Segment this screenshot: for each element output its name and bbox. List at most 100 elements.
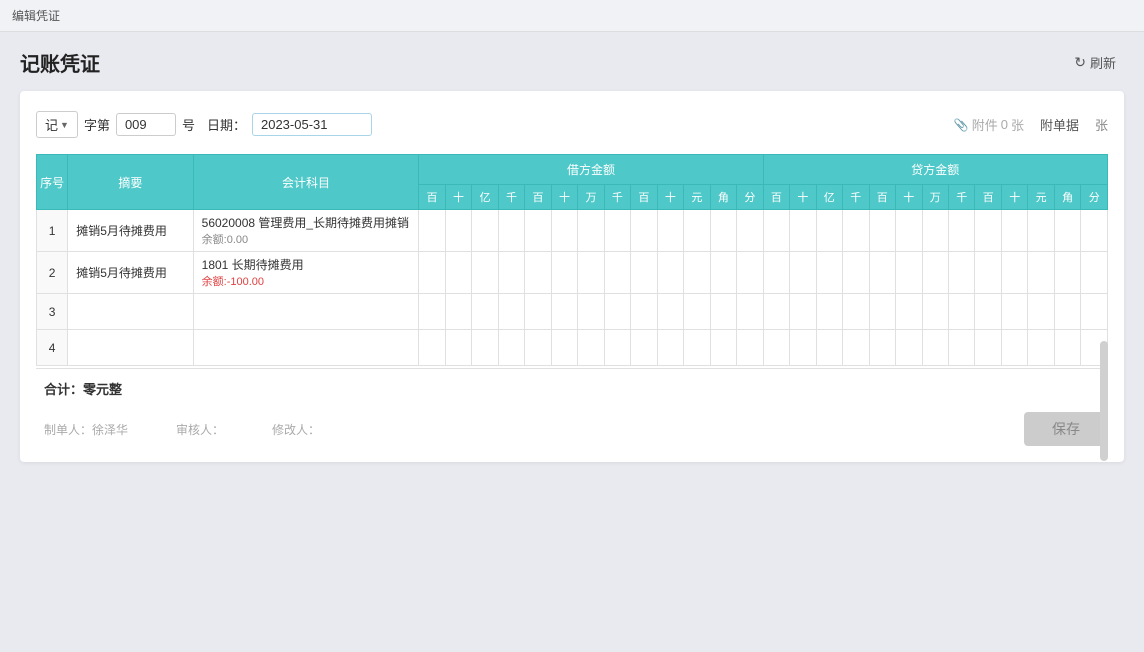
debit-amount-cell[interactable]: [498, 330, 524, 366]
credit-amount-cell[interactable]: [1054, 330, 1080, 366]
debit-amount-cell[interactable]: [419, 210, 445, 252]
credit-amount-cell[interactable]: [843, 330, 869, 366]
account-cell[interactable]: [193, 294, 419, 330]
credit-amount-cell[interactable]: [869, 210, 895, 252]
debit-amount-cell[interactable]: [631, 330, 657, 366]
debit-amount-cell[interactable]: [684, 252, 710, 294]
credit-amount-cell[interactable]: [896, 210, 922, 252]
credit-amount-cell[interactable]: [1054, 294, 1080, 330]
debit-amount-cell[interactable]: [657, 330, 683, 366]
debit-amount-cell[interactable]: [419, 294, 445, 330]
debit-amount-cell[interactable]: [498, 252, 524, 294]
credit-amount-cell[interactable]: [975, 294, 1001, 330]
debit-amount-cell[interactable]: [737, 210, 763, 252]
credit-amount-cell[interactable]: [1028, 294, 1054, 330]
debit-amount-cell[interactable]: [710, 330, 736, 366]
credit-amount-cell[interactable]: [763, 210, 789, 252]
credit-amount-cell[interactable]: [948, 294, 974, 330]
credit-amount-cell[interactable]: [763, 252, 789, 294]
debit-amount-cell[interactable]: [578, 294, 604, 330]
credit-amount-cell[interactable]: [816, 210, 842, 252]
table-row[interactable]: 4: [37, 330, 1108, 366]
credit-amount-cell[interactable]: [1001, 210, 1027, 252]
save-button[interactable]: 保存: [1024, 412, 1108, 446]
credit-amount-cell[interactable]: [843, 210, 869, 252]
credit-amount-cell[interactable]: [948, 210, 974, 252]
debit-amount-cell[interactable]: [551, 252, 577, 294]
refresh-button[interactable]: ↻ 刷新: [1066, 49, 1124, 76]
doc-button[interactable]: 附单据: [1040, 115, 1079, 134]
credit-amount-cell[interactable]: [1001, 330, 1027, 366]
debit-amount-cell[interactable]: [578, 210, 604, 252]
credit-amount-cell[interactable]: [896, 294, 922, 330]
debit-amount-cell[interactable]: [684, 294, 710, 330]
debit-amount-cell[interactable]: [472, 294, 498, 330]
debit-amount-cell[interactable]: [631, 252, 657, 294]
credit-amount-cell[interactable]: [790, 210, 816, 252]
debit-amount-cell[interactable]: [525, 210, 551, 252]
debit-amount-cell[interactable]: [737, 330, 763, 366]
debit-amount-cell[interactable]: [498, 294, 524, 330]
credit-amount-cell[interactable]: [896, 330, 922, 366]
word-number-input[interactable]: [116, 113, 176, 136]
credit-amount-cell[interactable]: [975, 330, 1001, 366]
debit-amount-cell[interactable]: [525, 330, 551, 366]
scrollbar[interactable]: [1100, 341, 1108, 461]
table-row[interactable]: 3: [37, 294, 1108, 330]
credit-amount-cell[interactable]: [1028, 252, 1054, 294]
debit-amount-cell[interactable]: [657, 252, 683, 294]
credit-amount-cell[interactable]: [1081, 210, 1108, 252]
credit-amount-cell[interactable]: [1054, 252, 1080, 294]
voucher-type-dropdown[interactable]: 记 ▼: [36, 111, 78, 138]
debit-amount-cell[interactable]: [578, 252, 604, 294]
credit-amount-cell[interactable]: [790, 294, 816, 330]
attachment-link[interactable]: 📎 附件 0 张: [954, 115, 1024, 134]
debit-amount-cell[interactable]: [472, 210, 498, 252]
credit-amount-cell[interactable]: [1028, 210, 1054, 252]
summary-cell[interactable]: 摊销5月待摊费用: [68, 210, 193, 252]
credit-amount-cell[interactable]: [790, 330, 816, 366]
credit-amount-cell[interactable]: [922, 294, 948, 330]
table-row[interactable]: 2摊销5月待摊费用1801 长期待摊费用余额:-100.00: [37, 252, 1108, 294]
debit-amount-cell[interactable]: [445, 210, 471, 252]
account-cell[interactable]: [193, 330, 419, 366]
debit-amount-cell[interactable]: [551, 210, 577, 252]
credit-amount-cell[interactable]: [1054, 210, 1080, 252]
credit-amount-cell[interactable]: [763, 294, 789, 330]
debit-amount-cell[interactable]: [737, 252, 763, 294]
credit-amount-cell[interactable]: [763, 330, 789, 366]
debit-amount-cell[interactable]: [604, 210, 630, 252]
summary-cell[interactable]: [68, 294, 193, 330]
date-input[interactable]: [252, 113, 372, 136]
credit-amount-cell[interactable]: [816, 294, 842, 330]
debit-amount-cell[interactable]: [604, 330, 630, 366]
credit-amount-cell[interactable]: [816, 252, 842, 294]
debit-amount-cell[interactable]: [684, 210, 710, 252]
account-cell[interactable]: 1801 长期待摊费用余额:-100.00: [193, 252, 419, 294]
debit-amount-cell[interactable]: [737, 294, 763, 330]
debit-amount-cell[interactable]: [445, 330, 471, 366]
debit-amount-cell[interactable]: [710, 294, 736, 330]
table-row[interactable]: 1摊销5月待摊费用56020008 管理费用_长期待摊费用摊销余额:0.00: [37, 210, 1108, 252]
debit-amount-cell[interactable]: [551, 294, 577, 330]
debit-amount-cell[interactable]: [472, 330, 498, 366]
credit-amount-cell[interactable]: [843, 294, 869, 330]
credit-amount-cell[interactable]: [948, 330, 974, 366]
debit-amount-cell[interactable]: [551, 330, 577, 366]
credit-amount-cell[interactable]: [843, 252, 869, 294]
debit-amount-cell[interactable]: [498, 210, 524, 252]
debit-amount-cell[interactable]: [604, 294, 630, 330]
credit-amount-cell[interactable]: [948, 252, 974, 294]
credit-amount-cell[interactable]: [1001, 252, 1027, 294]
debit-amount-cell[interactable]: [419, 330, 445, 366]
account-cell[interactable]: 56020008 管理费用_长期待摊费用摊销余额:0.00: [193, 210, 419, 252]
debit-amount-cell[interactable]: [631, 294, 657, 330]
credit-amount-cell[interactable]: [869, 294, 895, 330]
debit-amount-cell[interactable]: [525, 252, 551, 294]
credit-amount-cell[interactable]: [1028, 330, 1054, 366]
credit-amount-cell[interactable]: [1001, 294, 1027, 330]
debit-amount-cell[interactable]: [710, 210, 736, 252]
summary-cell[interactable]: 摊销5月待摊费用: [68, 252, 193, 294]
credit-amount-cell[interactable]: [922, 210, 948, 252]
debit-amount-cell[interactable]: [445, 294, 471, 330]
